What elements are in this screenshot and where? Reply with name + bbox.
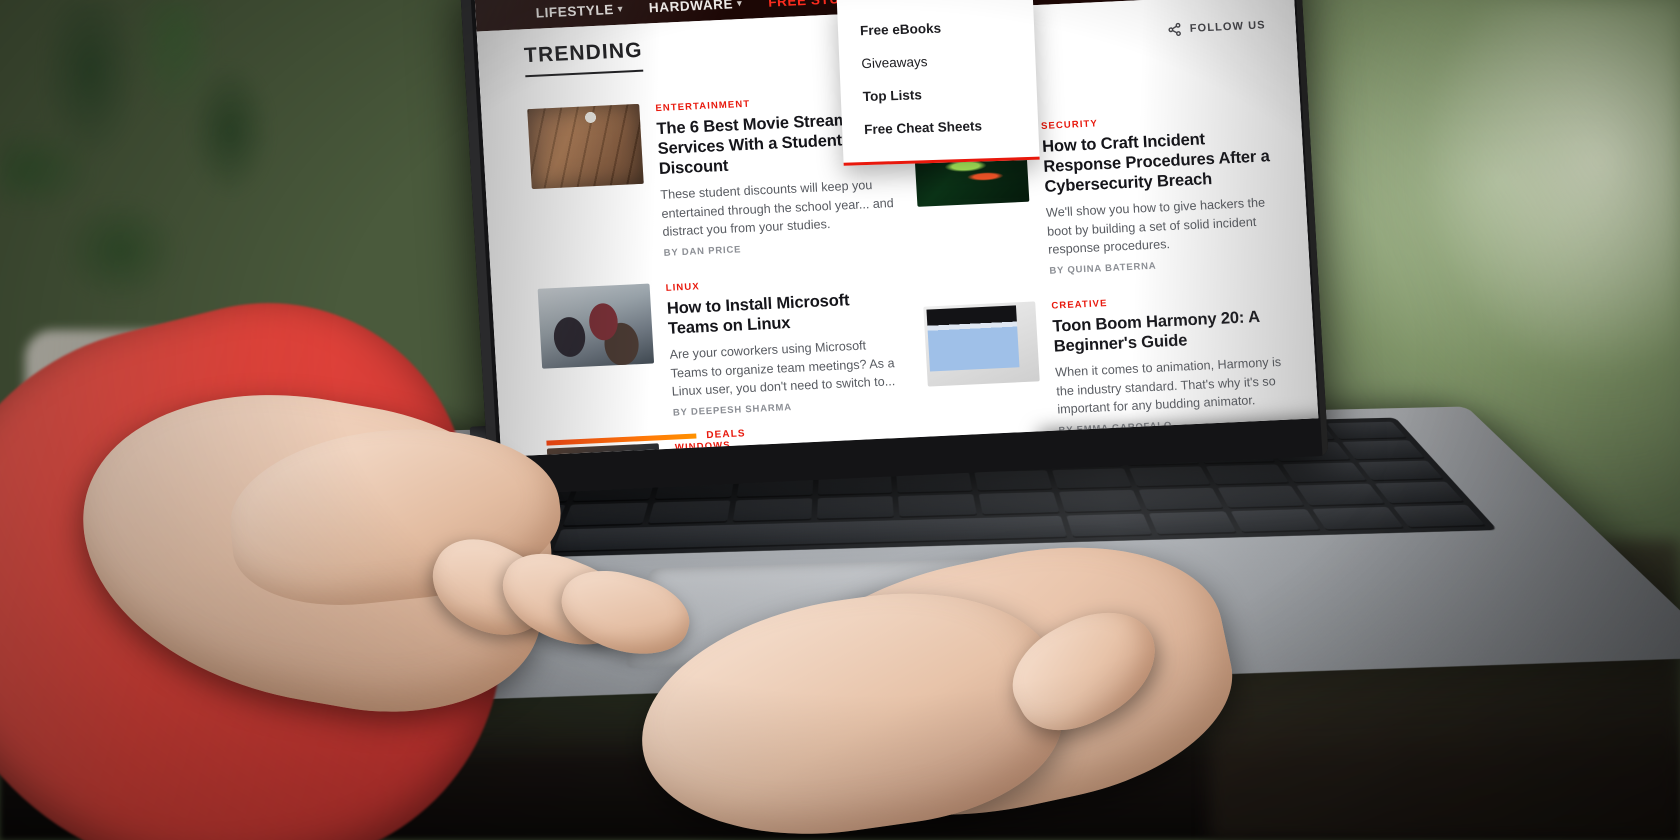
article-headline[interactable]: How to Craft Incident Response Procedure… — [1042, 126, 1279, 197]
laptop: LIFESTYLE ▾ HARDWARE ▾ FREE STUFF ▾ DEAL… — [0, 0, 1680, 840]
article-byline[interactable]: BY DEEPESH SHARMA — [673, 397, 907, 419]
article-body: SECURITY How to Craft Incident Response … — [1041, 110, 1284, 277]
article-headline[interactable]: How to Install Microsoft Teams on Linux — [666, 288, 902, 339]
article-thumbnail — [923, 301, 1040, 387]
article-thumbnail — [527, 103, 644, 190]
nav-item-lifestyle[interactable]: LIFESTYLE ▾ — [535, 2, 623, 21]
article-body: LINUX How to Install Microsoft Teams on … — [665, 272, 907, 419]
dropdown-item-free-cheat-sheets[interactable]: Free Cheat Sheets — [842, 108, 1039, 147]
article-thumbnail — [537, 283, 655, 369]
nav-label: HARDWARE — [648, 0, 734, 16]
article-excerpt: We'll show you how to give hackers the b… — [1045, 195, 1266, 257]
free-stuff-dropdown[interactable]: Free eBooks Giveaways Top Lists Free Che… — [836, 0, 1040, 166]
article-card[interactable]: LINUX How to Install Microsoft Teams on … — [537, 260, 908, 437]
article-byline[interactable]: BY QUINA BATERNA — [1049, 255, 1283, 277]
nav-item-hardware[interactable]: HARDWARE ▾ — [648, 0, 742, 15]
article-excerpt: When it comes to animation, Harmony is t… — [1054, 355, 1282, 417]
article-excerpt: Are your coworkers using Microsoft Teams… — [669, 338, 896, 399]
page-title: TRENDING — [523, 38, 644, 77]
article-body: CREATIVE Toon Boom Harmony 20: A Beginne… — [1051, 290, 1293, 436]
share-icon — [1167, 22, 1182, 37]
article-headline[interactable]: Toon Boom Harmony 20: A Beginner's Guide — [1052, 306, 1288, 357]
website-makeuseof: LIFESTYLE ▾ HARDWARE ▾ FREE STUFF ▾ DEAL… — [473, 0, 1319, 457]
follow-us-label: FOLLOW US — [1189, 19, 1266, 35]
article-excerpt: These student discounts will keep you en… — [660, 178, 895, 239]
nav-label: LIFESTYLE — [535, 1, 615, 21]
laptop-lid: LIFESTYLE ▾ HARDWARE ▾ FREE STUFF ▾ DEAL… — [459, 0, 1329, 496]
chevron-down-icon: ▾ — [736, 0, 743, 9]
laptop-screen: LIFESTYLE ▾ HARDWARE ▾ FREE STUFF ▾ DEAL… — [473, 0, 1319, 457]
follow-us[interactable]: FOLLOW US — [1167, 18, 1266, 37]
chevron-down-icon: ▾ — [617, 3, 624, 14]
deals-label[interactable]: DEALS — [706, 428, 746, 441]
article-byline[interactable]: BY DAN PRICE — [663, 237, 897, 259]
